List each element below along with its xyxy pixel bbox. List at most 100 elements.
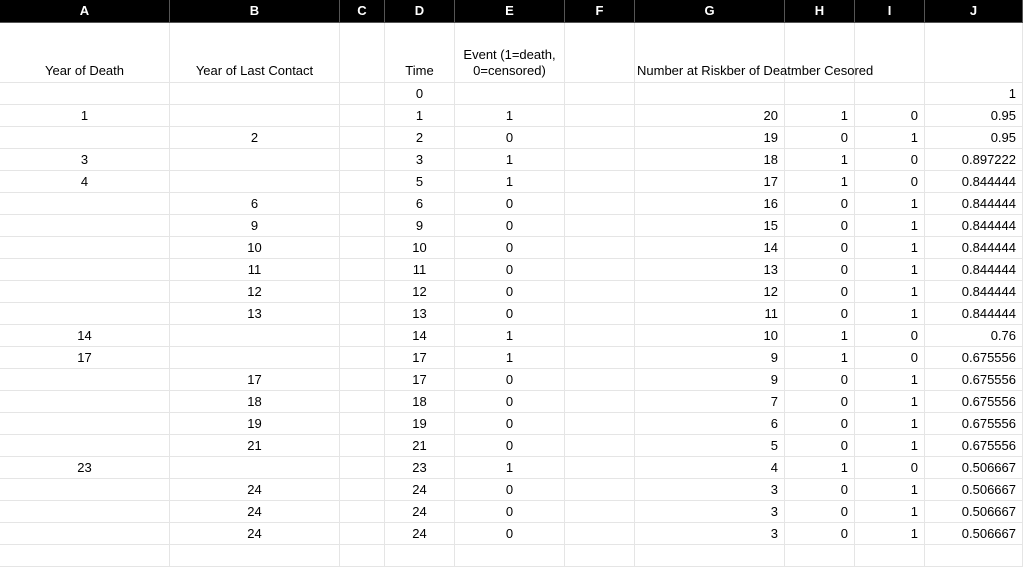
cell-E-1[interactable]: 1 xyxy=(455,105,565,127)
cell-C-4[interactable] xyxy=(340,171,385,193)
cell-E-2[interactable]: 0 xyxy=(455,127,565,149)
cell-C-15[interactable] xyxy=(340,413,385,435)
cell-H-1[interactable]: 1 xyxy=(785,105,855,127)
cell-H-16[interactable]: 0 xyxy=(785,435,855,457)
cell-G-19[interactable]: 3 xyxy=(635,501,785,523)
cell-D-17[interactable]: 23 xyxy=(385,457,455,479)
cell-J-11[interactable]: 0.76 xyxy=(925,325,1023,347)
cell-E-12[interactable]: 1 xyxy=(455,347,565,369)
cell-D-18[interactable]: 24 xyxy=(385,479,455,501)
cell-B-12[interactable] xyxy=(170,347,340,369)
cell-H-10[interactable]: 0 xyxy=(785,303,855,325)
cell-F-3[interactable] xyxy=(565,149,635,171)
cell-H-9[interactable]: 0 xyxy=(785,281,855,303)
cell-C-8[interactable] xyxy=(340,259,385,281)
cell-E-7[interactable]: 0 xyxy=(455,237,565,259)
cell-C-21[interactable] xyxy=(340,545,385,567)
cell-C-2[interactable] xyxy=(340,127,385,149)
cell-I-9[interactable]: 1 xyxy=(855,281,925,303)
cell-B-21[interactable] xyxy=(170,545,340,567)
cell-D-2[interactable]: 2 xyxy=(385,127,455,149)
cell-A-19[interactable] xyxy=(0,501,170,523)
cell-G-8[interactable]: 13 xyxy=(635,259,785,281)
cell-C-0[interactable] xyxy=(340,83,385,105)
cell-F-19[interactable] xyxy=(565,501,635,523)
cell-C-19[interactable] xyxy=(340,501,385,523)
cell-C-5[interactable] xyxy=(340,193,385,215)
cell-I-11[interactable]: 0 xyxy=(855,325,925,347)
cell-B-7[interactable]: 10 xyxy=(170,237,340,259)
cell-D-14[interactable]: 18 xyxy=(385,391,455,413)
cell-J-17[interactable]: 0.506667 xyxy=(925,457,1023,479)
cell-B-16[interactable]: 21 xyxy=(170,435,340,457)
cell-A-7[interactable] xyxy=(0,237,170,259)
cell-F-10[interactable] xyxy=(565,303,635,325)
cell-C-11[interactable] xyxy=(340,325,385,347)
cell-J-16[interactable]: 0.675556 xyxy=(925,435,1023,457)
cell-G-15[interactable]: 6 xyxy=(635,413,785,435)
cell-A-16[interactable] xyxy=(0,435,170,457)
cell-A-5[interactable] xyxy=(0,193,170,215)
cell-J-5[interactable]: 0.844444 xyxy=(925,193,1023,215)
cell-J-20[interactable]: 0.506667 xyxy=(925,523,1023,545)
cell-C-16[interactable] xyxy=(340,435,385,457)
cell-G-5[interactable]: 16 xyxy=(635,193,785,215)
cell-H-8[interactable]: 0 xyxy=(785,259,855,281)
cell-J-3[interactable]: 0.897222 xyxy=(925,149,1023,171)
cell-F-9[interactable] xyxy=(565,281,635,303)
cell-B-2[interactable]: 2 xyxy=(170,127,340,149)
cell-J-21[interactable] xyxy=(925,545,1023,567)
cell-D-21[interactable] xyxy=(385,545,455,567)
cell-I-10[interactable]: 1 xyxy=(855,303,925,325)
cell-G-17[interactable]: 4 xyxy=(635,457,785,479)
cell-J-9[interactable]: 0.844444 xyxy=(925,281,1023,303)
cell-B-5[interactable]: 6 xyxy=(170,193,340,215)
cell-F-14[interactable] xyxy=(565,391,635,413)
column-header-F[interactable]: F xyxy=(565,0,635,23)
cell-A-8[interactable] xyxy=(0,259,170,281)
cell-G-16[interactable]: 5 xyxy=(635,435,785,457)
cell-D-3[interactable]: 3 xyxy=(385,149,455,171)
cell-A-1[interactable]: 1 xyxy=(0,105,170,127)
cell-C-3[interactable] xyxy=(340,149,385,171)
cell-G-12[interactable]: 9 xyxy=(635,347,785,369)
cell-H-14[interactable]: 0 xyxy=(785,391,855,413)
cell-H-4[interactable]: 1 xyxy=(785,171,855,193)
cell-G-1[interactable]: 20 xyxy=(635,105,785,127)
cell-F-0[interactable] xyxy=(565,83,635,105)
cell-B-17[interactable] xyxy=(170,457,340,479)
cell-A-4[interactable]: 4 xyxy=(0,171,170,193)
cell-G-2[interactable]: 19 xyxy=(635,127,785,149)
cell-A-18[interactable] xyxy=(0,479,170,501)
cell-J-7[interactable]: 0.844444 xyxy=(925,237,1023,259)
cell-A-0[interactable] xyxy=(0,83,170,105)
cell-D-11[interactable]: 14 xyxy=(385,325,455,347)
cell-A-6[interactable] xyxy=(0,215,170,237)
cell-I-1[interactable]: 0 xyxy=(855,105,925,127)
cell-C-20[interactable] xyxy=(340,523,385,545)
cell-E-4[interactable]: 1 xyxy=(455,171,565,193)
cell-D-6[interactable]: 9 xyxy=(385,215,455,237)
cell-E-14[interactable]: 0 xyxy=(455,391,565,413)
cell-H-17[interactable]: 1 xyxy=(785,457,855,479)
cell-E-9[interactable]: 0 xyxy=(455,281,565,303)
cell-J-6[interactable]: 0.844444 xyxy=(925,215,1023,237)
cell-I-20[interactable]: 1 xyxy=(855,523,925,545)
cell-A-2[interactable] xyxy=(0,127,170,149)
cell-E-11[interactable]: 1 xyxy=(455,325,565,347)
cell-C-9[interactable] xyxy=(340,281,385,303)
cell-F-1[interactable] xyxy=(565,105,635,127)
cell-H-13[interactable]: 0 xyxy=(785,369,855,391)
cell-H-21[interactable] xyxy=(785,545,855,567)
cell-H-7[interactable]: 0 xyxy=(785,237,855,259)
cell-A-13[interactable] xyxy=(0,369,170,391)
column-header-I[interactable]: I xyxy=(855,0,925,23)
cell-C-12[interactable] xyxy=(340,347,385,369)
cell-D-0[interactable]: 0 xyxy=(385,83,455,105)
cell-F-8[interactable] xyxy=(565,259,635,281)
cell-I-4[interactable]: 0 xyxy=(855,171,925,193)
cell-G-4[interactable]: 17 xyxy=(635,171,785,193)
cell-G-20[interactable]: 3 xyxy=(635,523,785,545)
cell-J-1[interactable]: 0.95 xyxy=(925,105,1023,127)
cell-B-9[interactable]: 12 xyxy=(170,281,340,303)
